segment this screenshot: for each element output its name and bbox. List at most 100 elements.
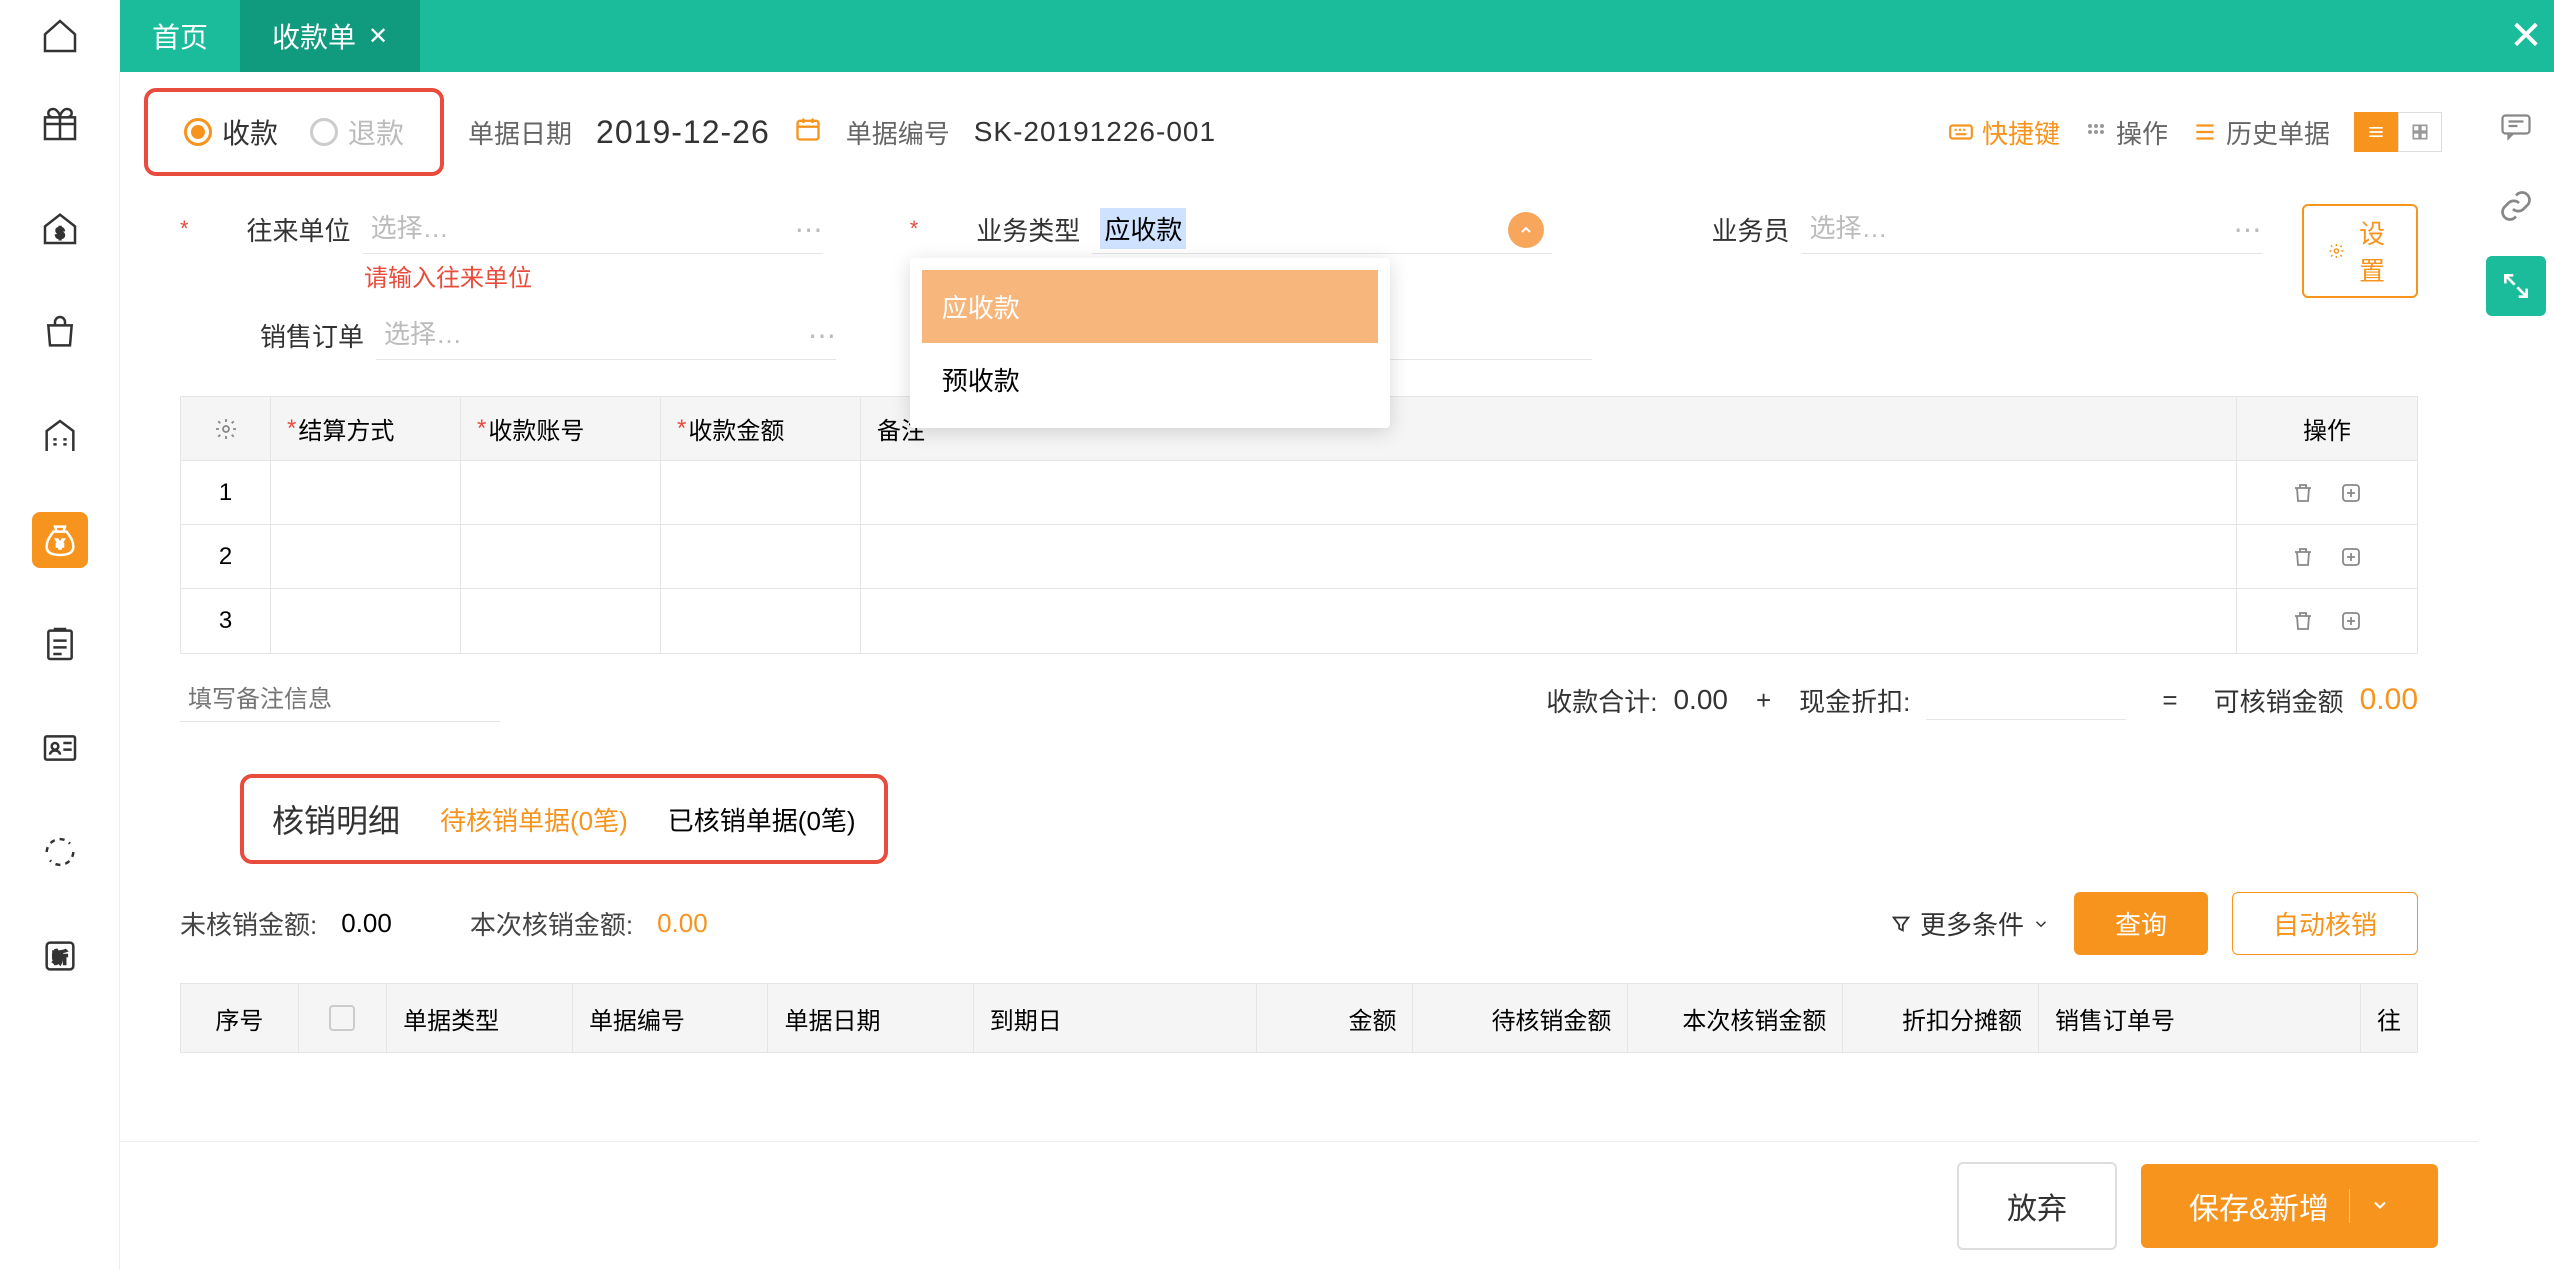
save-label: 保存&新增 (2189, 1184, 2329, 1228)
col-from: 往 (2361, 984, 2417, 1052)
auto-verify-button[interactable]: 自动核销 (2232, 892, 2418, 955)
history-link[interactable]: 历史单据 (2192, 114, 2330, 151)
toolbar-row: 收款 退款 单据日期 2019-12-26 单据编号 SK-20191226-0… (120, 72, 2478, 192)
biz-type-field: * 业务类型 应收款 应收款 预收款 (910, 204, 1553, 254)
verify-title: 核销明细 (272, 796, 400, 842)
settings-label: 设置 (2352, 214, 2392, 288)
nav-house-dollar-icon[interactable]: $ (32, 200, 88, 256)
more-conditions-label: 更多条件 (1920, 905, 2024, 942)
header-account: *收款账号 (461, 397, 661, 460)
col-amount: 金额 (1257, 984, 1414, 1052)
nav-money-bag-icon[interactable]: ¥ (32, 512, 88, 568)
feedback-icon[interactable] (2486, 96, 2546, 156)
row-index: 2 (181, 525, 271, 588)
sales-order-picker-icon[interactable]: ⋯ (808, 319, 836, 352)
biz-option-receivable[interactable]: 应收款 (922, 270, 1378, 343)
view-list-icon[interactable] (2354, 112, 2398, 152)
window-close-icon[interactable]: ✕ (2498, 0, 2554, 72)
writeoff-value: 0.00 (2360, 683, 2418, 717)
more-conditions-toggle[interactable]: 更多条件 (1890, 905, 2050, 942)
sales-order-input[interactable] (376, 310, 836, 360)
party-error-text: 请输入往来单位 (364, 258, 823, 293)
nav-new-icon[interactable]: 新 (32, 928, 88, 984)
biz-option-advance[interactable]: 预收款 (922, 343, 1378, 416)
clerk-field: 业务员 ⋯ (1640, 204, 2262, 254)
svg-text:$: $ (55, 225, 64, 242)
header-op: 操作 (2237, 397, 2417, 460)
nav-building-icon[interactable] (32, 408, 88, 464)
add-icon[interactable] (2339, 545, 2363, 569)
calendar-icon[interactable] (794, 115, 822, 150)
remark-input[interactable] (180, 678, 500, 722)
radio-receive-label: 收款 (222, 112, 278, 152)
header-settle: *结算方式 (271, 397, 461, 460)
doc-num-label: 单据编号 (846, 114, 950, 151)
header-gear[interactable] (181, 397, 271, 460)
verify-tab-pending[interactable]: 待核销单据(0笔) (440, 801, 628, 838)
chevron-down-icon[interactable] (2349, 1189, 2390, 1223)
col-num: 单据编号 (573, 984, 769, 1052)
party-picker-icon[interactable]: ⋯ (795, 213, 823, 246)
party-field: * 往来单位 ⋯ (180, 204, 823, 254)
table-row: 3 (181, 589, 2417, 653)
tab-receipt[interactable]: 收款单 ✕ (240, 0, 420, 72)
doc-date-value[interactable]: 2019-12-26 (596, 114, 770, 151)
footer-bar: 放弃 保存&新增 (120, 1141, 2478, 1270)
doc-num-value: SK-20191226-001 (974, 116, 1216, 148)
save-and-new-button[interactable]: 保存&新增 (2141, 1164, 2438, 1248)
col-type: 单据类型 (387, 984, 573, 1052)
home-icon[interactable] (40, 16, 80, 56)
summary-row: 收款合计: 0.00 + 现金折扣: = 可核销金额 0.00 (120, 654, 2478, 746)
add-icon[interactable] (2339, 609, 2363, 633)
col-checkbox[interactable] (299, 984, 387, 1052)
clerk-picker-icon[interactable]: ⋯ (2234, 213, 2262, 246)
required-star: * (910, 216, 919, 242)
plus-sign: + (1756, 685, 1771, 716)
delete-icon[interactable] (2291, 481, 2315, 505)
chevron-up-icon[interactable] (1508, 212, 1544, 248)
nav-gift-icon[interactable] (32, 96, 88, 152)
unwriteoff-value: 0.00 (341, 908, 392, 939)
view-grid-icon[interactable] (2398, 112, 2442, 152)
total-value: 0.00 (1673, 684, 1728, 716)
expand-icon[interactable] (2486, 256, 2546, 316)
clerk-input[interactable] (1802, 204, 2262, 254)
table-row: 1 (181, 461, 2417, 525)
cell-note[interactable] (861, 461, 2237, 524)
biz-type-select[interactable]: 应收款 (1092, 204, 1552, 254)
nav-clipboard-icon[interactable] (32, 616, 88, 672)
checkbox-icon[interactable] (329, 1005, 355, 1031)
add-icon[interactable] (2339, 481, 2363, 505)
link-icon[interactable] (2486, 176, 2546, 236)
verify-tab-done[interactable]: 已核销单据(0笔) (668, 801, 856, 838)
verify-table-header: 序号 单据类型 单据编号 单据日期 到期日 金额 待核销金额 本次核销金额 折扣… (181, 984, 2417, 1052)
radio-refund[interactable]: 退款 (310, 112, 404, 152)
party-input[interactable] (363, 204, 823, 254)
biz-type-label: 业务类型 (930, 211, 1080, 248)
settings-button[interactable]: 设置 (2302, 204, 2419, 298)
nav-bag-icon[interactable] (32, 304, 88, 360)
delete-icon[interactable] (2291, 545, 2315, 569)
main-content: 收款 退款 单据日期 2019-12-26 单据编号 SK-20191226-0… (120, 72, 2478, 1270)
discard-button[interactable]: 放弃 (1957, 1162, 2117, 1250)
equals-sign: = (2162, 685, 2177, 716)
sales-order-field: 销售订单 ⋯ (180, 310, 836, 360)
nav-idcard-icon[interactable] (32, 720, 88, 776)
tab-close-icon[interactable]: ✕ (368, 22, 388, 51)
radio-receive[interactable]: 收款 (184, 112, 278, 152)
search-button[interactable]: 查询 (2074, 892, 2208, 955)
view-toggle (2354, 112, 2442, 152)
col-order: 销售订单号 (2039, 984, 2361, 1052)
form-area: * 往来单位 ⋯ 请输入往来单位 * 业务类型 应收款 (120, 192, 2478, 372)
col-this: 本次核销金额 (1628, 984, 1843, 1052)
cell-account[interactable] (461, 461, 661, 524)
cell-amount[interactable] (661, 461, 861, 524)
operate-label: 操作 (2116, 114, 2168, 151)
delete-icon[interactable] (2291, 609, 2315, 633)
operate-link[interactable]: 操作 (2084, 114, 2168, 151)
tab-home[interactable]: 首页 (120, 0, 240, 72)
cell-settle[interactable] (271, 461, 461, 524)
discount-input[interactable] (1926, 680, 2126, 720)
nav-refresh-icon[interactable] (32, 824, 88, 880)
shortcut-link[interactable]: 快捷键 (1948, 114, 2060, 151)
